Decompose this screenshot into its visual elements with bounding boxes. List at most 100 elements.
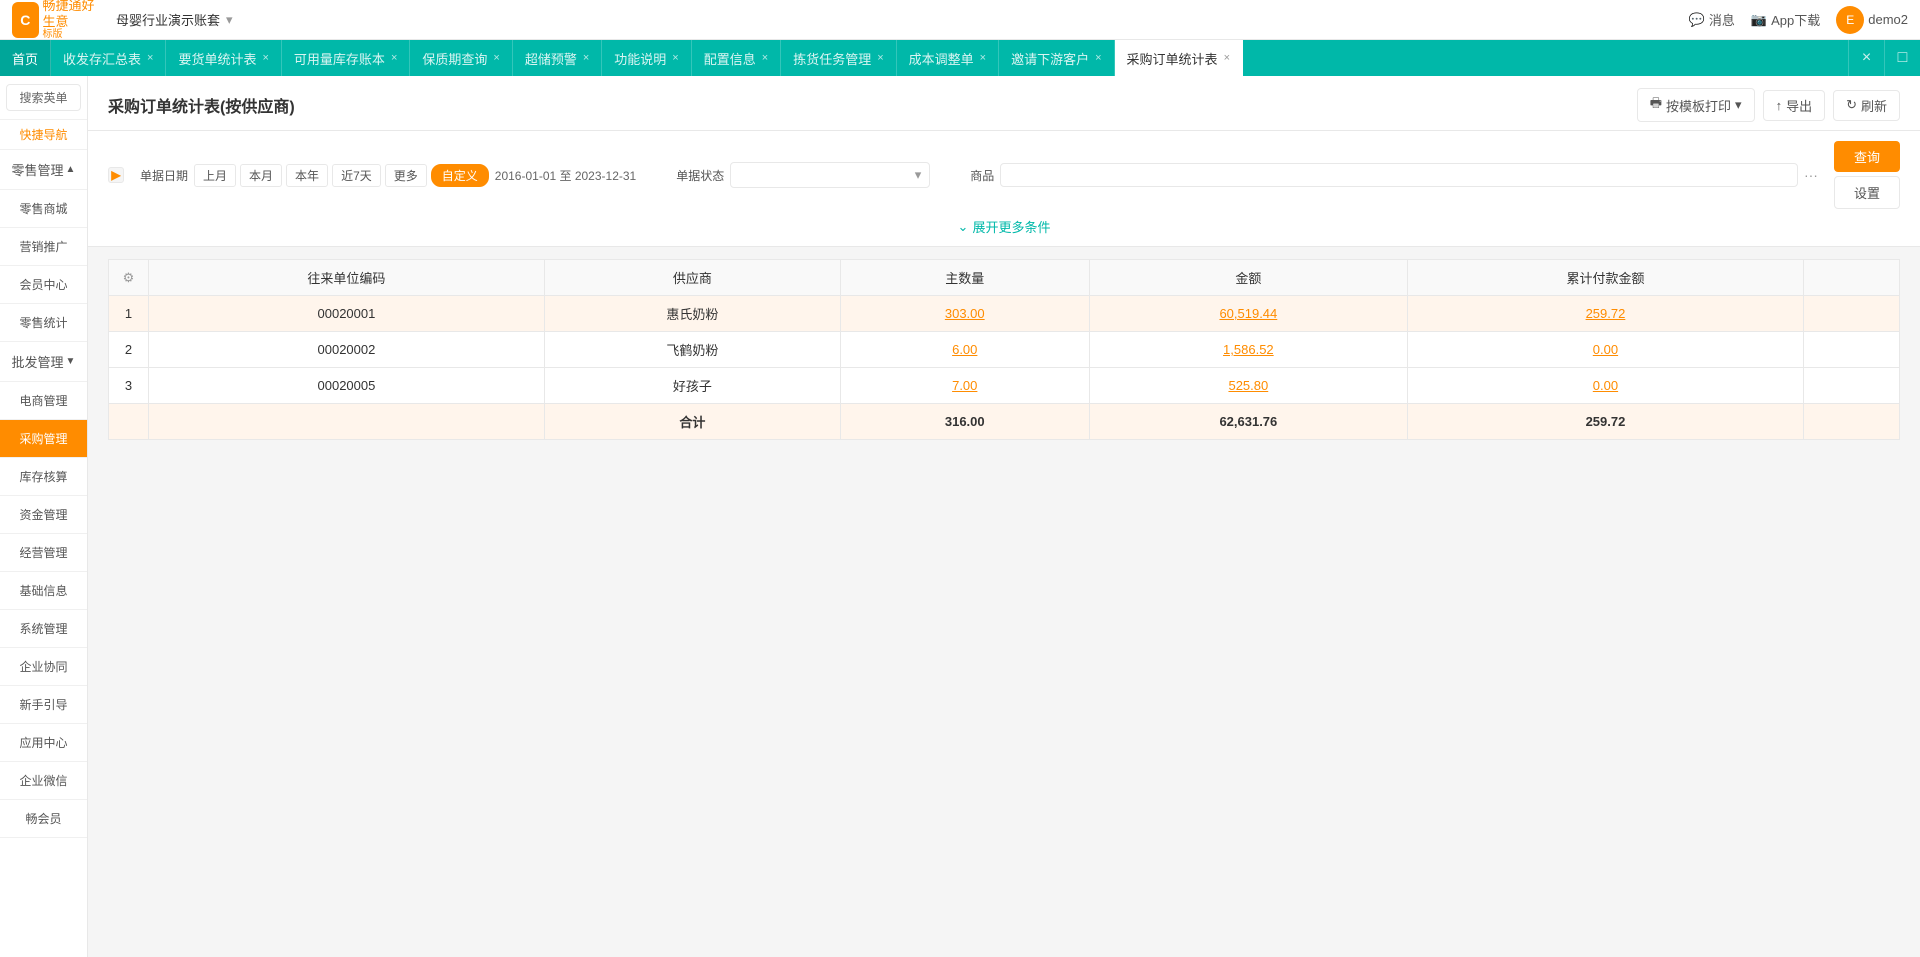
maximize-btn[interactable]: □ — [1884, 40, 1920, 76]
row-2-amount[interactable]: 1,586.52 — [1089, 332, 1407, 368]
filter-area: ▶ 单据日期 上月 本月 本年 近7天 更多 自定义 2016-01-01 至 … — [88, 131, 1920, 247]
row-1-extra — [1803, 296, 1899, 332]
export-btn[interactable]: ↑ 导出 — [1763, 90, 1826, 121]
print-btn[interactable]: 🖶 按模板打印 ▾ — [1637, 88, 1755, 122]
date-quick-btns: 上月 本月 本年 近7天 更多 自定义 — [194, 164, 489, 187]
user-area[interactable]: E demo2 — [1836, 6, 1908, 34]
goods-more-dots[interactable]: ··· — [1804, 167, 1818, 183]
close-tab-goods-stats-icon[interactable]: × — [262, 52, 268, 64]
filter-row-1: ▶ 单据日期 上月 本月 本年 近7天 更多 自定义 2016-01-01 至 … — [108, 141, 1900, 209]
close-tab-expiry-query-icon[interactable]: × — [493, 52, 499, 64]
row-1-supplier: 惠氏奶粉 — [544, 296, 840, 332]
row-3-code: 00020005 — [149, 368, 545, 404]
tab-config-info[interactable]: 配置信息 × — [692, 40, 781, 76]
date-custom-btn[interactable]: 自定义 — [431, 164, 489, 187]
expand-more-btn[interactable]: ⌄ 展开更多条件 — [108, 217, 1900, 236]
close-tab-available-stock-icon[interactable]: × — [391, 52, 397, 64]
total-extra — [1803, 404, 1899, 440]
refresh-btn[interactable]: ↻ 刷新 — [1833, 90, 1900, 121]
row-3-amount[interactable]: 525.80 — [1089, 368, 1407, 404]
sidebar-item-ecommerce[interactable]: 电商管理 — [0, 382, 87, 420]
sidebar-item-marketing[interactable]: 营销推广 — [0, 228, 87, 266]
row-1-amount[interactable]: 60,519.44 — [1089, 296, 1407, 332]
tab-receive-summary[interactable]: 收发存汇总表 × — [51, 40, 166, 76]
main-layout: 搜索英单 快捷导航 零售管理 ▲ 零售商城 营销推广 会员中心 零售统计 批发管… — [0, 76, 1920, 957]
close-tab-config-info-icon[interactable]: × — [762, 52, 768, 64]
date-more-btn[interactable]: 更多 — [385, 164, 427, 187]
tab-home[interactable]: 首页 — [0, 40, 51, 76]
goods-filter-item: 商品 ··· — [970, 163, 1818, 187]
sidebar-item-retail-stats[interactable]: 零售统计 — [0, 304, 87, 342]
row-1-qty[interactable]: 303.00 — [840, 296, 1089, 332]
sidebar-item-wholesale[interactable]: 批发管理 ▼ — [0, 342, 87, 382]
row-3-qty[interactable]: 7.00 — [840, 368, 1089, 404]
sidebar-item-app-center[interactable]: 应用中心 — [0, 724, 87, 762]
tab-func-desc[interactable]: 功能说明 × — [602, 40, 691, 76]
date-this-year-btn[interactable]: 本年 — [286, 164, 328, 187]
setting-btn[interactable]: 设置 — [1834, 176, 1900, 209]
tab-goods-stats[interactable]: 要货单统计表 × — [166, 40, 281, 76]
tab-available-stock[interactable]: 可用量库存账本 × — [282, 40, 410, 76]
close-tab-receive-summary-icon[interactable]: × — [147, 52, 153, 64]
workspace-selector[interactable]: 母婴行业演示账套 ▾ — [100, 10, 1689, 29]
col-code: 往来单位编码 — [149, 260, 545, 296]
row-3-supplier: 好孩子 — [544, 368, 840, 404]
tab-purchase-stats[interactable]: 采购订单统计表 × — [1115, 40, 1243, 76]
table-row: 2 00020002 飞鹤奶粉 6.00 1,586.52 0.00 — [109, 332, 1900, 368]
top-right: 💬 消息 📷 App下载 E demo2 — [1689, 6, 1908, 34]
total-empty-2 — [149, 404, 545, 440]
sidebar-item-enterprise[interactable]: 企业协同 — [0, 648, 87, 686]
close-tab-func-desc-icon[interactable]: × — [672, 52, 678, 64]
tab-over-stock[interactable]: 超储预警 × — [513, 40, 602, 76]
tab-pick-task[interactable]: 拣货任务管理 × — [781, 40, 896, 76]
row-1-paid[interactable]: 259.72 — [1408, 296, 1804, 332]
app-download-btn[interactable]: 📷 App下载 — [1751, 10, 1820, 29]
tab-expiry-query[interactable]: 保质期查询 × — [410, 40, 512, 76]
quick-nav-btn[interactable]: 快捷导航 — [0, 120, 87, 150]
sidebar-item-enterprise-wechat[interactable]: 企业微信 — [0, 762, 87, 800]
sidebar-item-operation[interactable]: 经营管理 — [0, 534, 87, 572]
close-tab-pick-task-icon[interactable]: × — [877, 52, 883, 64]
table-area: ⚙ 往来单位编码 供应商 主数量 金额 累计付款金额 1 00020001 — [88, 247, 1920, 957]
retail-arrow-icon: ▲ — [66, 164, 76, 175]
date-7days-btn[interactable]: 近7天 — [332, 164, 381, 187]
sidebar-item-capital[interactable]: 资金管理 — [0, 496, 87, 534]
date-this-month-btn[interactable]: 本月 — [240, 164, 282, 187]
filter-toggle-btn[interactable]: ▶ — [108, 167, 124, 183]
logo-icon: C — [12, 2, 39, 38]
sidebar-item-retail-mall[interactable]: 零售商城 — [0, 190, 87, 228]
goods-filter-input[interactable] — [1000, 163, 1798, 187]
close-tab-invite-downstream-icon[interactable]: × — [1095, 52, 1101, 64]
close-tab-cost-adjust-icon[interactable]: × — [980, 52, 986, 64]
row-3-paid[interactable]: 0.00 — [1408, 368, 1804, 404]
sidebar-item-vip[interactable]: 畅会员 — [0, 800, 87, 838]
close-tab-purchase-stats-icon[interactable]: × — [1224, 52, 1230, 64]
sidebar-item-purchase[interactable]: 采购管理 — [0, 420, 87, 458]
query-btn[interactable]: 查询 — [1834, 141, 1900, 172]
date-last-month-btn[interactable]: 上月 — [194, 164, 236, 187]
message-btn[interactable]: 💬 消息 — [1689, 10, 1735, 29]
wholesale-arrow-icon: ▼ — [66, 356, 76, 367]
sidebar-item-new-guide[interactable]: 新手引导 — [0, 686, 87, 724]
total-row: 合计 316.00 62,631.76 259.72 — [109, 404, 1900, 440]
gear-icon[interactable]: ⚙ — [121, 270, 136, 286]
total-amount: 62,631.76 — [1089, 404, 1407, 440]
sidebar-item-member[interactable]: 会员中心 — [0, 266, 87, 304]
close-all-tabs-btn[interactable]: × — [1848, 40, 1884, 76]
status-select[interactable]: ▾ — [730, 162, 930, 188]
table-row: 3 00020005 好孩子 7.00 525.80 0.00 — [109, 368, 1900, 404]
sidebar-item-stock[interactable]: 库存核算 — [0, 458, 87, 496]
nav-tabs-end: × □ — [1848, 40, 1920, 76]
tab-cost-adjust[interactable]: 成本调整单 × — [897, 40, 999, 76]
status-select-arrow-icon: ▾ — [915, 167, 922, 183]
close-tab-over-stock-icon[interactable]: × — [583, 52, 589, 64]
sidebar-item-system[interactable]: 系统管理 — [0, 610, 87, 648]
col-extra — [1803, 260, 1899, 296]
tab-invite-downstream[interactable]: 邀请下游客户 × — [999, 40, 1114, 76]
sidebar-item-retail[interactable]: 零售管理 ▲ — [0, 150, 87, 190]
sidebar-item-basic[interactable]: 基础信息 — [0, 572, 87, 610]
row-2-paid[interactable]: 0.00 — [1408, 332, 1804, 368]
content-area: 采购订单统计表(按供应商) 🖶 按模板打印 ▾ ↑ 导出 ↻ 刷新 — [88, 76, 1920, 957]
search-menu-btn[interactable]: 搜索英单 — [6, 84, 81, 111]
row-2-qty[interactable]: 6.00 — [840, 332, 1089, 368]
